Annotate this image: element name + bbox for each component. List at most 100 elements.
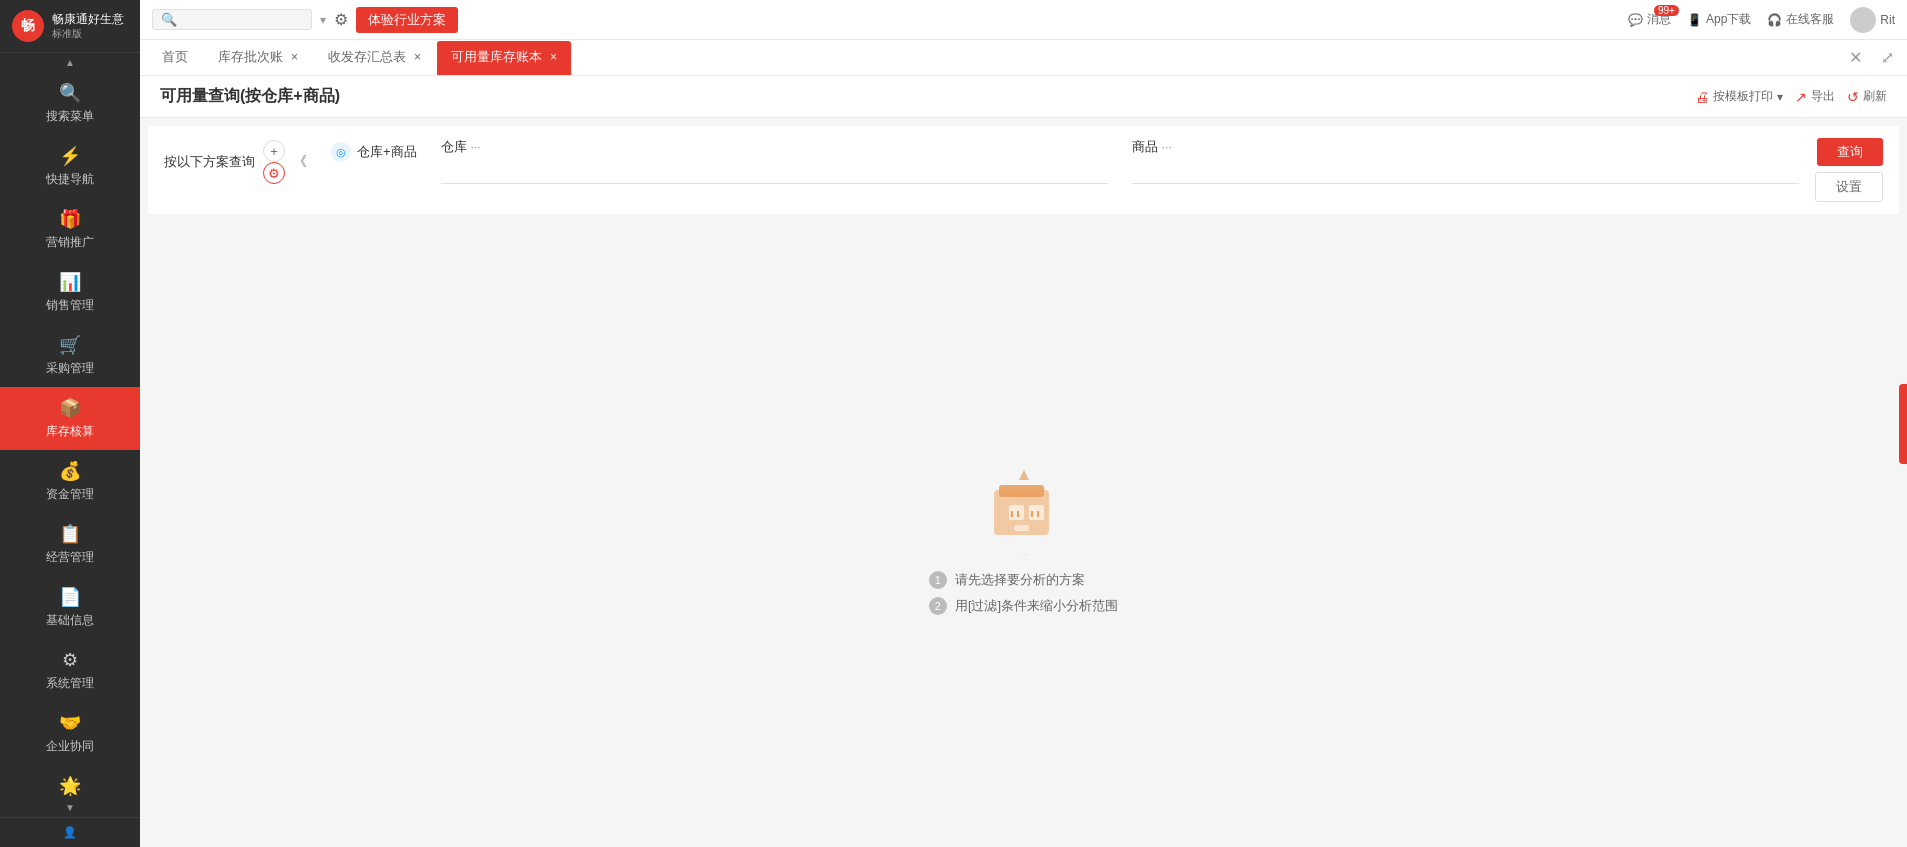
- service-icon: 🎧: [1767, 13, 1782, 27]
- filter-collapse-button[interactable]: 《: [293, 153, 307, 171]
- warehouse-input[interactable]: [441, 160, 1108, 184]
- scheme-icon: ◎: [331, 142, 351, 162]
- guide-icon: 🌟: [59, 775, 81, 797]
- topbar-right: 💬 消息 99+ 📱 App下载 🎧 在线客服 Rit: [1628, 7, 1895, 33]
- sidebar: 畅 畅康通好生意 标准版 ▲ 🔍 搜索菜单 ⚡ 快捷导航 🎁 营销推广 📊 销售管理 🛒 采购管理…: [0, 0, 140, 847]
- filter-label-section: 按以下方案查询 + ⚙ 《: [164, 138, 307, 184]
- message-button[interactable]: 💬 消息 99+: [1628, 11, 1671, 28]
- filter-add-button[interactable]: +: [263, 140, 285, 162]
- message-icon: 💬: [1628, 13, 1643, 27]
- export-button[interactable]: ↗ 导出: [1795, 88, 1835, 105]
- search-chevron-icon[interactable]: ▾: [320, 13, 326, 27]
- filter-schemes: ◎ 仓库+商品: [323, 138, 425, 166]
- export-label: 导出: [1811, 88, 1835, 105]
- logo-title: 畅康通好生意: [52, 12, 124, 28]
- online-service-button[interactable]: 🎧 在线客服: [1767, 11, 1834, 28]
- sidebar-item-marketing[interactable]: 🎁 营销推广: [0, 198, 140, 261]
- filter-field-warehouse: 仓库 ···: [441, 138, 1108, 184]
- goods-field-label: 商品 ···: [1132, 138, 1799, 156]
- filter-fields: 仓库 ··· 商品 ···: [441, 138, 1799, 184]
- tip-num-2: 2: [929, 597, 947, 615]
- user-menu-button[interactable]: Rit: [1850, 7, 1895, 33]
- industry-solution-button[interactable]: 体验行业方案: [356, 7, 458, 33]
- sidebar-scroll-down[interactable]: ▼: [0, 798, 140, 817]
- logo-icon: 畅: [12, 10, 44, 42]
- message-badge: 99+: [1654, 5, 1679, 16]
- column-settings-button[interactable]: 设置: [1815, 172, 1883, 202]
- sidebar-label-funds: 资金管理: [46, 486, 94, 503]
- app-icon: 📱: [1687, 13, 1702, 27]
- tab-close-collect[interactable]: ×: [414, 51, 421, 63]
- print-button[interactable]: 🖨 按模板打印 ▾: [1695, 88, 1783, 105]
- sidebar-item-sales[interactable]: 📊 销售管理: [0, 261, 140, 324]
- sidebar-item-operations[interactable]: 📋经营管理: [0, 513, 140, 576]
- svg-rect-1: [999, 485, 1044, 497]
- empty-illustration: ...: [974, 455, 1074, 555]
- operations-icon: 📋: [59, 523, 81, 545]
- sidebar-item-search[interactable]: 🔍 搜索菜单: [0, 72, 140, 135]
- tab-available[interactable]: 可用量库存账本×: [437, 41, 571, 75]
- search-input[interactable]: [181, 13, 301, 27]
- tab-collect[interactable]: 收发存汇总表 ×: [314, 41, 435, 75]
- sidebar-item-basic[interactable]: 📄基础信息: [0, 576, 140, 639]
- svg-marker-9: [1019, 470, 1029, 480]
- warehouse-field-label: 仓库 ···: [441, 138, 1108, 156]
- sidebar-item-enterprise[interactable]: 🤝企业协同: [0, 702, 140, 765]
- goods-input[interactable]: [1132, 160, 1799, 184]
- window-expand-button[interactable]: ⤢: [1875, 46, 1899, 70]
- sidebar-label-system: 系统管理: [46, 675, 94, 692]
- sidebar-item-shortcut[interactable]: ⚡ 快捷导航: [0, 135, 140, 198]
- filter-area: 按以下方案查询 + ⚙ 《 ◎ 仓库+商品 仓库 ···: [148, 126, 1899, 214]
- topbar-settings-icon[interactable]: ⚙: [334, 10, 348, 29]
- tab-close-batch[interactable]: ×: [291, 51, 298, 63]
- sidebar-item-inventory[interactable]: 📦库存核算: [0, 387, 140, 450]
- empty-tip-2: 2 用[过滤]条件来缩小分析范围: [929, 597, 1118, 615]
- print-chevron-icon[interactable]: ▾: [1777, 90, 1783, 104]
- tab-home[interactable]: 首页: [148, 41, 202, 75]
- empty-tips: 1 请先选择要分析的方案 2 用[过滤]条件来缩小分析范围: [929, 571, 1118, 615]
- sidebar-item-purchase[interactable]: 🛒 采购管理: [0, 324, 140, 387]
- tip-text-2: 用[过滤]条件来缩小分析范围: [955, 597, 1118, 615]
- tab-batch[interactable]: 库存批次账×: [204, 41, 312, 75]
- sidebar-item-guide[interactable]: 🌟新手引导: [0, 765, 140, 798]
- sidebar-item-funds[interactable]: 💰资金管理: [0, 450, 140, 513]
- search-icon: 🔍: [59, 82, 81, 104]
- service-label: 在线客服: [1786, 11, 1834, 28]
- sidebar-label-search: 搜索菜单: [46, 108, 94, 125]
- logo-text: 畅康通好生意 标准版: [52, 12, 124, 41]
- main-area: 🔍 ▾ ⚙ 体验行业方案 💬 消息 99+ 📱 App下载 🎧 在线客服 Rit: [140, 0, 1907, 847]
- topbar-search-box[interactable]: 🔍: [152, 9, 312, 30]
- app-label: App下载: [1706, 11, 1751, 28]
- purchase-icon: 🛒: [59, 334, 81, 356]
- tabbar: 首页库存批次账×收发存汇总表×可用量库存账本× ✕ ⤢: [140, 40, 1907, 76]
- query-button[interactable]: 查询: [1817, 138, 1883, 166]
- search-icon: 🔍: [161, 12, 177, 27]
- window-close-button[interactable]: ✕: [1843, 46, 1867, 70]
- marketing-icon: 🎁: [59, 208, 81, 230]
- refresh-button[interactable]: ↺ 刷新: [1847, 88, 1887, 105]
- sidebar-scroll-up[interactable]: ▲: [0, 53, 140, 72]
- tab-label-collect: 收发存汇总表: [328, 48, 406, 66]
- basic-icon: 📄: [59, 586, 81, 608]
- goods-more-button[interactable]: ···: [1162, 140, 1172, 154]
- enterprise-icon: 🤝: [59, 712, 81, 734]
- app-download-button[interactable]: 📱 App下载: [1687, 11, 1751, 28]
- tip-text-1: 请先选择要分析的方案: [955, 571, 1085, 589]
- sidebar-label-sales: 销售管理: [46, 297, 94, 314]
- shortcut-icon: ⚡: [59, 145, 81, 167]
- sidebar-label-marketing: 营销推广: [46, 234, 94, 251]
- svg-text:...: ...: [1020, 548, 1027, 555]
- page-content: 可用量查询(按仓库+商品) 🖨 按模板打印 ▾ ↗ 导出 ↺ 刷新: [140, 76, 1907, 847]
- logo-subtitle: 标准版: [52, 27, 124, 40]
- sidebar-label-shortcut: 快捷导航: [46, 171, 94, 188]
- sales-icon: 📊: [59, 271, 81, 293]
- warehouse-more-button[interactable]: ···: [471, 140, 481, 154]
- sidebar-bottom: 👤: [0, 817, 140, 847]
- sidebar-menu: 🔍 搜索菜单 ⚡ 快捷导航 🎁 营销推广 📊 销售管理 🛒 采购管理 📦库存核算💰资金管理📋经营管理…: [0, 72, 140, 798]
- filter-scheme-warehouse-goods[interactable]: ◎ 仓库+商品: [323, 138, 425, 166]
- tab-close-available[interactable]: ×: [550, 51, 557, 63]
- tab-label-home: 首页: [162, 48, 188, 66]
- sidebar-item-system[interactable]: ⚙系统管理: [0, 639, 140, 702]
- sidebar-label-purchase: 采购管理: [46, 360, 94, 377]
- filter-settings-button[interactable]: ⚙: [263, 162, 285, 184]
